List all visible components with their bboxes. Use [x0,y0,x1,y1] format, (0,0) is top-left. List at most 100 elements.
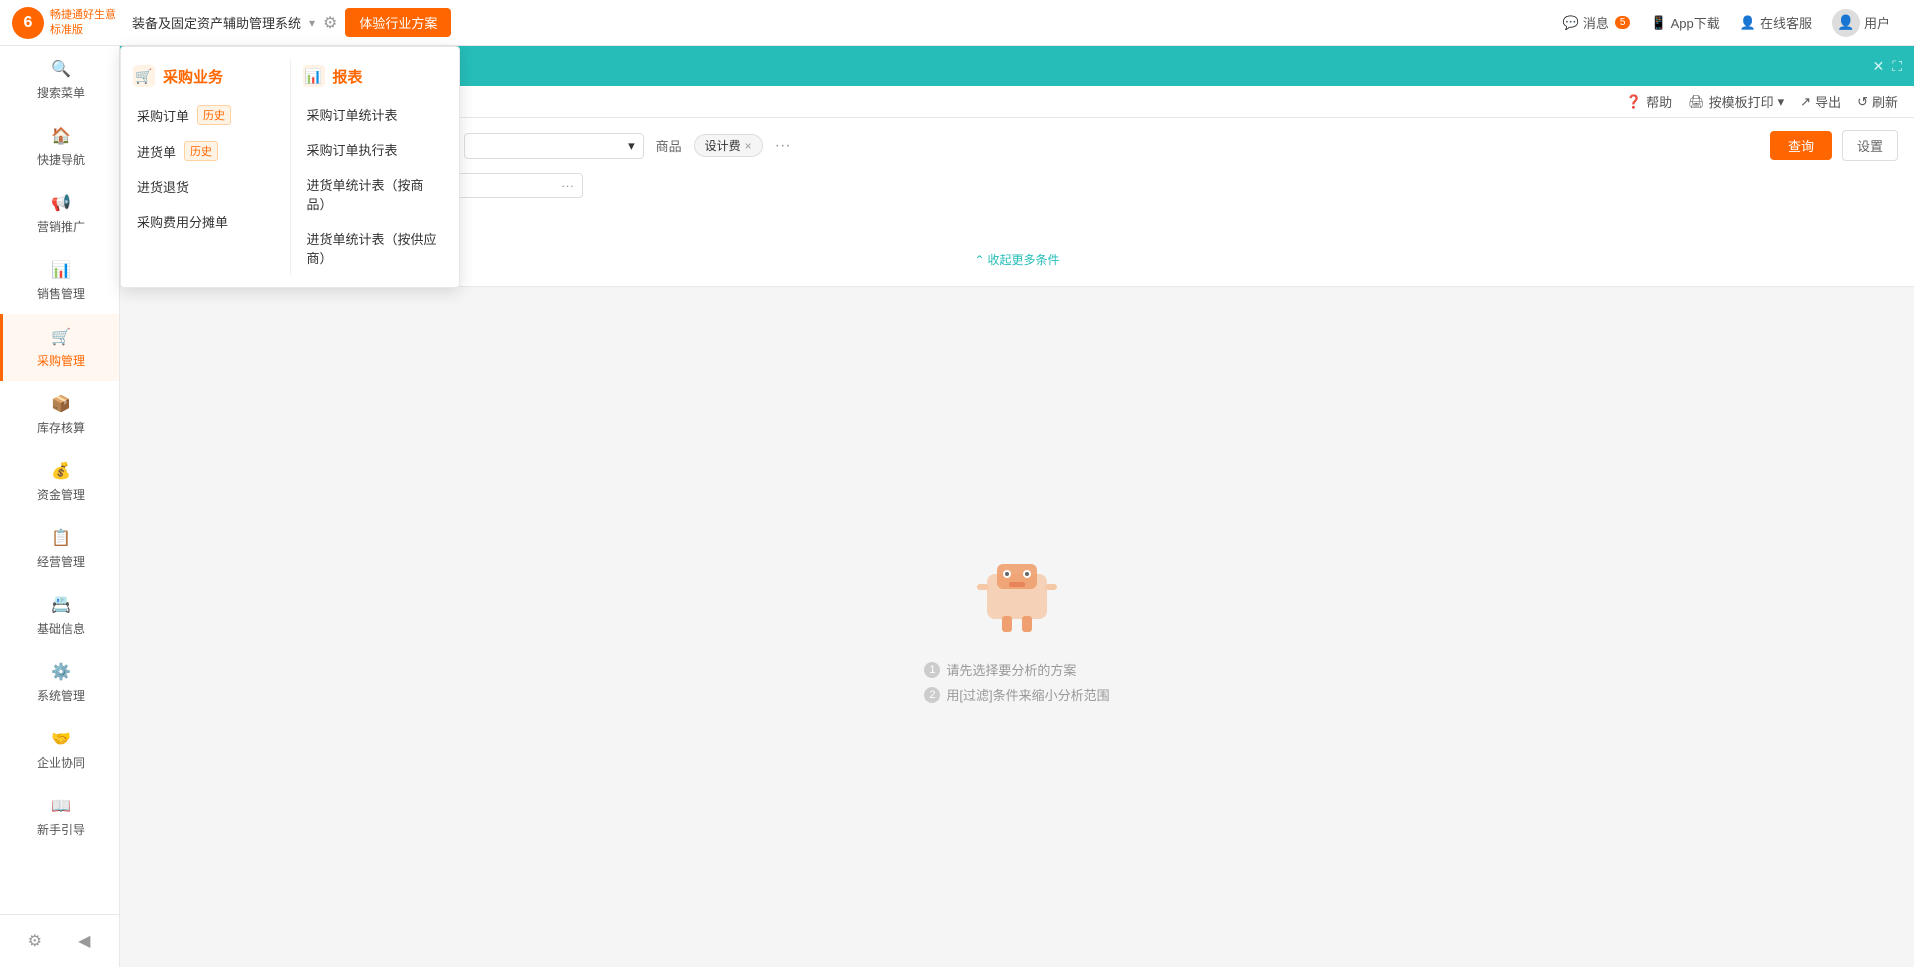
sidebar-item-basic-info[interactable]: 📇 基础信息 [0,582,119,649]
settings-icon[interactable]: ⚙ [323,13,337,33]
status-select[interactable]: ▾ [464,133,644,159]
reports-col-title: 报表 [333,66,363,87]
export-action[interactable]: ↗ 导出 [1800,92,1841,111]
operations-icon: 📋 [50,527,72,549]
purchase-dropdown-menu: 🛒 采购业务 采购订单 历史 进货单 历史 进货退货 采购费用分摊单 📊 报表 [120,46,460,288]
purchase-col-icon: 🛒 [133,65,155,87]
online-service-action[interactable]: 👤 在线客服 [1740,13,1812,32]
sidebar-item-label: 采购管理 [37,352,85,369]
sidebar-settings-btn[interactable]: ⚙ [19,925,51,957]
menu-item-goods-return[interactable]: 进货退货 [133,169,278,204]
logo-area: 6 畅捷通好生意 标准版 [12,7,132,39]
inventory-icon: 📦 [50,393,72,415]
phone-icon: 📱 [1650,15,1666,31]
history-tag-2: 历史 [184,141,218,161]
dropdown-overlay: 🛒 采购业务 采购订单 历史 进货单 历史 进货退货 采购费用分摊单 📊 报表 [120,46,460,288]
sidebar-bottom: ⚙ ◀ [0,914,119,967]
top-bar: 6 畅捷通好生意 标准版 装备及固定资产辅助管理系统 ▾ ⚙ 体验行业方案 💬 … [0,0,1914,46]
history-tag: 历史 [197,105,231,125]
salesperson-dots[interactable]: ··· [561,178,574,193]
home-icon: 🏠 [50,125,72,147]
filter-actions-1: 查询 设置 [1770,130,1898,161]
print-action[interactable]: 🖨 按模板打印 ▾ [1688,92,1784,111]
status-placeholder [473,138,622,153]
top-actions: 💬 消息 5 📱 App下载 👤 在线客服 👤 用户 [1563,9,1890,37]
window-close-btn[interactable]: ✕ [1872,58,1884,75]
goods-label: 商品 [656,136,682,155]
sidebar-item-quick-nav[interactable]: 🏠 快捷导航 [0,113,119,180]
dropdown-col-purchase: 🛒 采购业务 采购订单 历史 进货单 历史 进货退货 采购费用分摊单 [121,59,290,275]
industry-button[interactable]: 体验行业方案 [345,8,451,37]
sidebar-item-label: 企业协同 [37,754,85,771]
sidebar-item-purchase[interactable]: 🛒 采购管理 [0,314,119,381]
window-max-btn[interactable]: ⛶ [1892,58,1902,75]
sidebar-item-system[interactable]: ⚙️ 系统管理 [0,649,119,716]
help-action[interactable]: ❓ 帮助 [1626,92,1672,111]
tip-num-2: 2 [924,687,940,703]
menu-item-goods-receipt[interactable]: 进货单 历史 [133,133,278,169]
sidebar-item-finance[interactable]: 💰 资金管理 [0,448,119,515]
empty-tips: 1 请先选择要分析的方案 2 用[过滤]条件来缩小分析范围 [924,660,1109,710]
sidebar-item-label: 基础信息 [37,620,85,637]
message-icon: 💬 [1563,15,1579,31]
col-header-purchase: 🛒 采购业务 [133,59,278,97]
sidebar: 🔍 搜索菜单 🏠 快捷导航 📢 营销推广 📊 销售管理 🛒 采购管理 📦 [0,46,120,967]
finance-icon: 💰 [50,460,72,482]
system-title: 装备及固定资产辅助管理系统 [132,13,301,32]
marketing-icon: 📢 [50,192,72,214]
reports-col-icon: 📊 [303,65,325,87]
salesperson-input[interactable]: ··· [443,173,583,198]
sidebar-item-marketing[interactable]: 📢 营销推广 [0,180,119,247]
basic-info-icon: 📇 [50,594,72,616]
sidebar-collapse-btn[interactable]: ◀ [68,925,100,957]
sidebar-item-label: 销售管理 [37,285,85,302]
title-dropdown-arrow[interactable]: ▾ [309,16,315,30]
message-badge: 5 [1615,16,1631,29]
tab-bar-end: ✕ ⛶ [1860,58,1914,75]
refresh-action[interactable]: ↺ 刷新 [1857,92,1898,111]
menu-item-purchase-order[interactable]: 采购订单 历史 [133,97,278,133]
goods-tag-close[interactable]: × [745,139,752,153]
user-action[interactable]: 👤 用户 [1832,9,1890,37]
sidebar-item-operations[interactable]: 📋 经营管理 [0,515,119,582]
sidebar-item-guide[interactable]: 📖 新手引导 [0,783,119,850]
menu-item-goods-stats-by-product[interactable]: 进货单统计表（按商品） [303,167,448,221]
logo-text: 畅捷通好生意 标准版 [50,8,116,37]
sidebar-item-label: 库存核算 [37,419,85,436]
query-button[interactable]: 查询 [1770,131,1832,160]
app-download-action[interactable]: 📱 App下载 [1650,13,1719,32]
menu-item-po-exec[interactable]: 采购订单执行表 [303,132,448,167]
sidebar-item-cooperation[interactable]: 🤝 企业协同 [0,716,119,783]
status-arrow: ▾ [628,138,635,154]
dropdown-col-reports: 📊 报表 采购订单统计表 采购订单执行表 进货单统计表（按商品） 进货单统计表（… [290,59,460,275]
purchase-col-title: 采购业务 [163,66,223,87]
sidebar-item-label: 系统管理 [37,687,85,704]
sidebar-item-label: 资金管理 [37,486,85,503]
print-arrow[interactable]: ▾ [1778,94,1785,110]
guide-icon: 📖 [50,795,72,817]
tip-num-1: 1 [924,662,940,678]
avatar: 👤 [1832,9,1860,37]
help-icon: ❓ [1626,94,1642,110]
set-button[interactable]: 设置 [1842,130,1898,161]
service-icon: 👤 [1740,15,1756,31]
export-icon: ↗ [1800,94,1811,110]
goods-tag: 设计费 × [694,134,763,157]
empty-illustration [967,544,1067,644]
top-bar-title-area: 装备及固定资产辅助管理系统 ▾ ⚙ 体验行业方案 [132,8,1563,37]
sidebar-item-label: 新手引导 [37,821,85,838]
purchase-icon: 🛒 [50,326,72,348]
sidebar-item-label: 搜索菜单 [37,84,85,101]
message-action[interactable]: 💬 消息 5 [1563,13,1631,32]
search-icon: 🔍 [50,58,72,80]
cooperation-icon: 🤝 [50,728,72,750]
sidebar-item-sales[interactable]: 📊 销售管理 [0,247,119,314]
sidebar-item-search[interactable]: 🔍 搜索菜单 [0,46,119,113]
goods-dots[interactable]: ··· [775,137,791,155]
col-header-reports: 📊 报表 [303,59,448,97]
sidebar-item-inventory[interactable]: 📦 库存核算 [0,381,119,448]
menu-item-po-stats[interactable]: 采购订单统计表 [303,97,448,132]
menu-item-goods-stats-by-supplier[interactable]: 进货单统计表（按供应商） [303,221,448,275]
menu-item-purchase-expense[interactable]: 采购费用分摊单 [133,204,278,239]
sales-icon: 📊 [50,259,72,281]
